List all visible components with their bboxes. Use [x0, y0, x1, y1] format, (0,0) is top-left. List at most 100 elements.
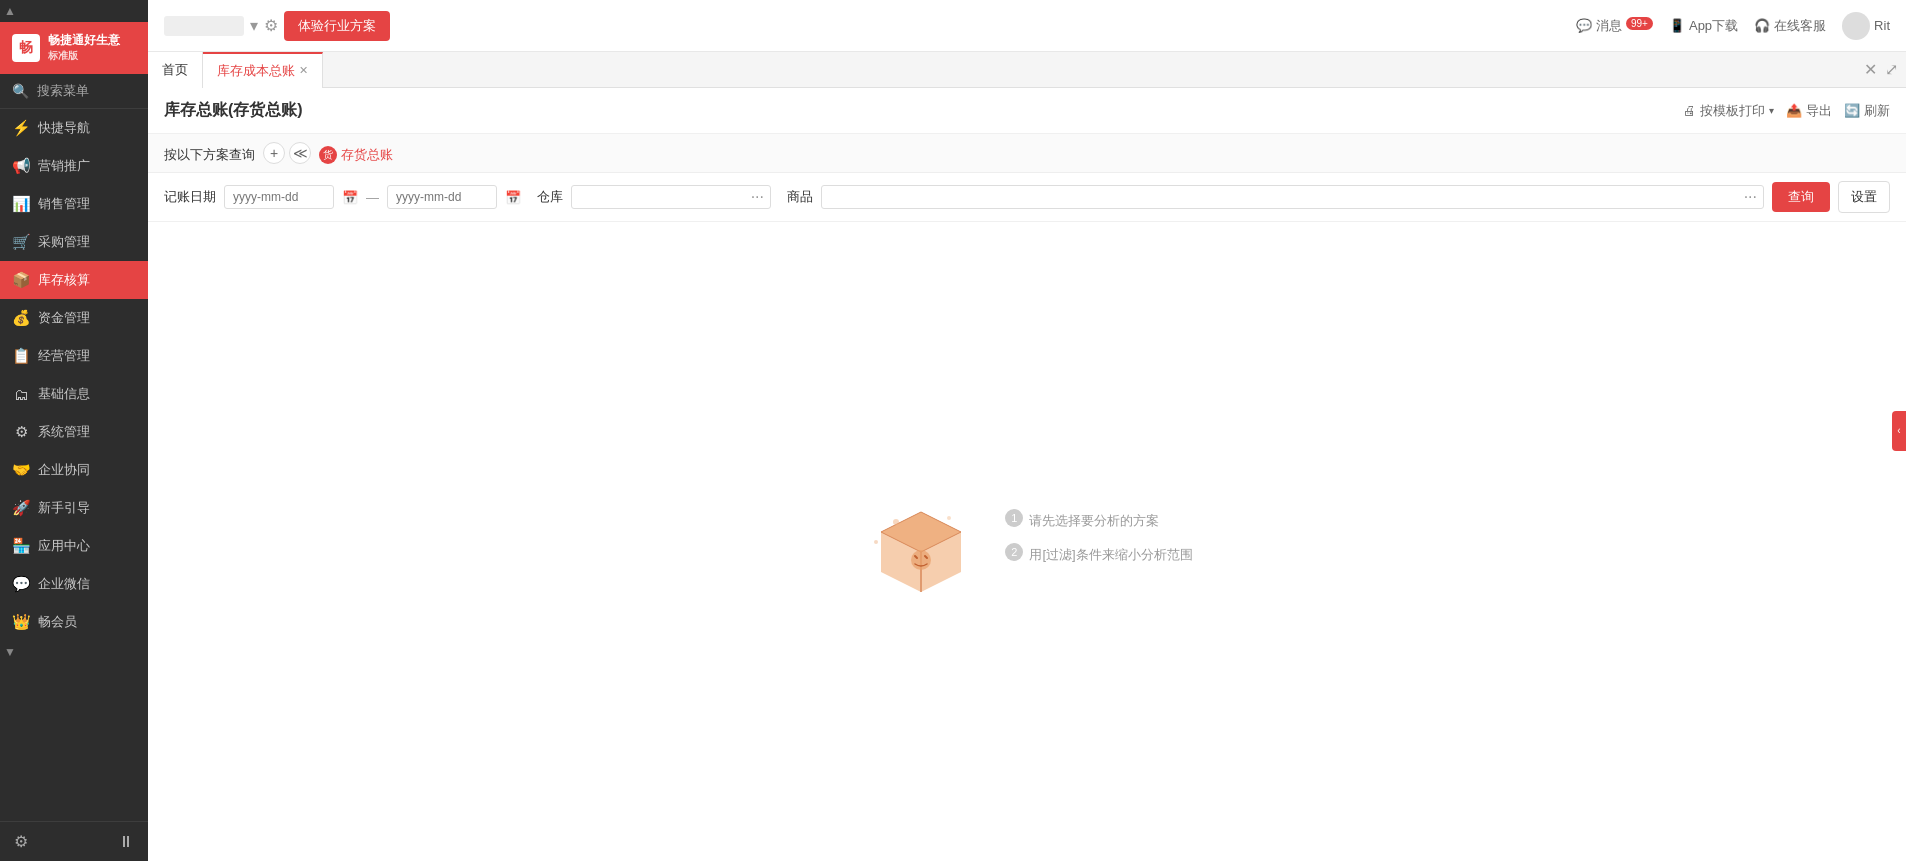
filter-label: 按以下方案查询: [164, 142, 255, 164]
svg-point-4: [911, 550, 931, 570]
warehouse-input[interactable]: [578, 190, 747, 205]
calendar-start-icon[interactable]: 📅: [342, 190, 358, 205]
step-1-text: 请先选择要分析的方案: [1029, 508, 1159, 534]
sidebar-item-cooperation[interactable]: 🤝 企业协同: [0, 451, 148, 489]
settings-button[interactable]: 设置: [1838, 181, 1890, 213]
sidebar-item-quick-nav[interactable]: ⚡ 快捷导航: [0, 109, 148, 147]
warehouse-label: 仓库: [537, 188, 563, 206]
tab-inventory-ledger[interactable]: 库存成本总账 ✕: [203, 52, 323, 88]
app-download-group[interactable]: 📱 App下载: [1669, 17, 1738, 35]
cooperation-icon: 🤝: [12, 461, 30, 479]
sidebar-scroll-down[interactable]: ▼: [0, 641, 148, 663]
search-menu-label: 搜索菜单: [37, 82, 89, 100]
schema-icon: 货: [319, 146, 337, 164]
schema-selector[interactable]: 货 存货总账: [319, 146, 393, 164]
sidebar-item-weixin[interactable]: 💬 企业微信: [0, 565, 148, 603]
sidebar-item-label: 企业微信: [38, 575, 90, 593]
date-start-input[interactable]: [224, 185, 334, 209]
app-version: 标准版: [48, 49, 120, 63]
print-icon: 🖨: [1683, 103, 1696, 118]
search-icon: 🔍: [12, 83, 29, 99]
sidebar-item-label: 营销推广: [38, 157, 90, 175]
search-button[interactable]: 查询: [1772, 182, 1830, 212]
nav-placeholder: [164, 16, 244, 36]
sidebar-item-sales[interactable]: 📊 销售管理: [0, 185, 148, 223]
weixin-icon: 💬: [12, 575, 30, 593]
filter-add-buttons: + ≪: [263, 142, 311, 164]
avatar: [1842, 12, 1870, 40]
sidebar-item-guide[interactable]: 🚀 新手引导: [0, 489, 148, 527]
tab-home[interactable]: 首页: [148, 52, 203, 88]
sidebar-search[interactable]: 🔍 搜索菜单: [0, 74, 148, 109]
goods-input[interactable]: [828, 190, 1740, 205]
sidebar-item-purchase[interactable]: 🛒 采购管理: [0, 223, 148, 261]
industry-btn[interactable]: 体验行业方案: [284, 11, 390, 41]
date-end-input[interactable]: [387, 185, 497, 209]
print-label: 按模板打印: [1700, 102, 1765, 120]
goods-more-btn[interactable]: ···: [1744, 188, 1757, 206]
dropdown-icon[interactable]: ▾: [250, 16, 258, 35]
date-label: 记账日期: [164, 188, 216, 206]
appstore-icon: 🏪: [12, 537, 30, 555]
sidebar-item-inventory[interactable]: 📦 库存核算: [0, 261, 148, 299]
breadcrumb-area: ▾ ⚙ 体验行业方案: [164, 11, 1566, 41]
user-group[interactable]: Rit: [1842, 12, 1890, 40]
collapse-filter-btn[interactable]: ≪: [289, 142, 311, 164]
app-name: 畅捷通好生意: [48, 33, 120, 49]
sidebar-item-label: 销售管理: [38, 195, 90, 213]
svg-line-5: [915, 556, 917, 558]
sidebar-item-member[interactable]: 👑 畅会员: [0, 603, 148, 641]
online-service-group[interactable]: 🎧 在线客服: [1754, 17, 1826, 35]
header-right: 💬 消息 99+ 📱 App下载 🎧 在线客服 Rit: [1576, 12, 1890, 40]
sidebar-item-label: 企业协同: [38, 461, 90, 479]
sidebar-item-label: 快捷导航: [38, 119, 90, 137]
settings-footer-icon[interactable]: ⚙: [14, 832, 28, 851]
sidebar: ▲ 畅 畅捷通好生意 标准版 🔍 搜索菜单 ⚡ 快捷导航 📢 营销推广 📊 销售…: [0, 0, 148, 861]
sidebar-item-label: 采购管理: [38, 233, 90, 251]
system-icon: ⚙: [12, 423, 30, 441]
close-panel-icon[interactable]: ✕: [1864, 60, 1877, 79]
sidebar-item-appstore[interactable]: 🏪 应用中心: [0, 527, 148, 565]
inventory-icon: 📦: [12, 271, 30, 289]
search-row: 记账日期 📅 — 📅 仓库 ··· 商品 ··· 查询 设置: [148, 173, 1906, 222]
sidebar-item-operations[interactable]: 📋 经营管理: [0, 337, 148, 375]
quick-nav-icon: ⚡: [12, 119, 30, 137]
page-content: 库存总账(存货总账) 🖨 按模板打印 ▾ 📤 导出 🔄 刷新 按以下方案查: [148, 88, 1906, 861]
filter-bar: 按以下方案查询 + ≪ 货 存货总账: [148, 134, 1906, 173]
calendar-end-icon[interactable]: 📅: [505, 190, 521, 205]
svg-point-7: [893, 519, 899, 525]
messages-badge: 99+: [1626, 17, 1653, 30]
sidebar-item-marketing[interactable]: 📢 营销推广: [0, 147, 148, 185]
print-btn[interactable]: 🖨 按模板打印 ▾: [1683, 102, 1774, 120]
sidebar-logo: 畅 畅捷通好生意 标准版: [0, 22, 148, 74]
tab-close-button[interactable]: ✕: [299, 64, 308, 77]
operations-icon: 📋: [12, 347, 30, 365]
right-panel-toggle[interactable]: ‹: [1892, 411, 1906, 451]
warehouse-input-group: ···: [571, 185, 771, 209]
sidebar-item-label: 资金管理: [38, 309, 90, 327]
sidebar-item-system[interactable]: ⚙ 系统管理: [0, 413, 148, 451]
empty-svg: [861, 482, 981, 602]
refresh-btn[interactable]: 🔄 刷新: [1844, 102, 1890, 120]
svg-line-6: [925, 556, 927, 558]
sound-icon[interactable]: ⏸: [118, 833, 134, 851]
svg-point-9: [874, 540, 878, 544]
sidebar-item-finance[interactable]: 💰 资金管理: [0, 299, 148, 337]
logo-icon: 畅: [12, 34, 40, 62]
gear-icon[interactable]: ⚙: [264, 16, 278, 35]
add-filter-btn[interactable]: +: [263, 142, 285, 164]
schema-label: 存货总账: [341, 146, 393, 164]
export-btn[interactable]: 📤 导出: [1786, 102, 1832, 120]
sidebar-item-basics[interactable]: 🗂 基础信息: [0, 375, 148, 413]
active-tab-label: 库存成本总账: [217, 62, 295, 80]
warehouse-more-btn[interactable]: ···: [751, 188, 764, 206]
sidebar-item-label: 应用中心: [38, 537, 90, 555]
export-label: 导出: [1806, 102, 1832, 120]
headset-icon: 🎧: [1754, 18, 1770, 33]
sidebar-scroll-up[interactable]: ▲: [0, 0, 148, 22]
expand-icon[interactable]: ⤢: [1885, 60, 1898, 79]
online-service-label: 在线客服: [1774, 17, 1826, 35]
guide-icon: 🚀: [12, 499, 30, 517]
sidebar-item-label: 畅会员: [38, 613, 77, 631]
messages-group[interactable]: 💬 消息 99+: [1576, 17, 1653, 35]
